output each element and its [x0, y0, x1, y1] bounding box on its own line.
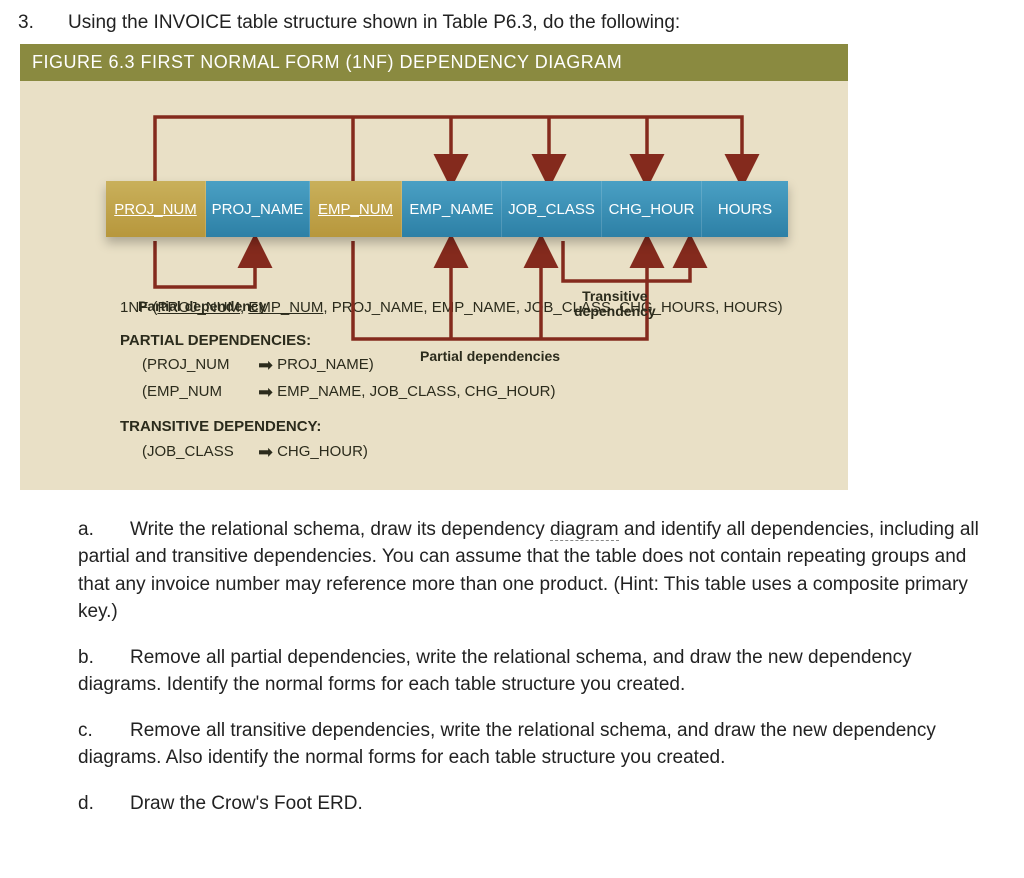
figure-container: FIGURE 6.3 FIRST NORMAL FORM (1NF) DEPEN… [20, 44, 848, 490]
sub-b: b.Remove all partial dependencies, write… [78, 644, 996, 699]
sub-c: c.Remove all transitive dependencies, wr… [78, 717, 996, 772]
sub-d: d.Draw the Crow's Foot ERD. [78, 790, 996, 818]
attr-emp-name: EMP_NAME [402, 181, 502, 237]
figure-title: FIGURE 6.3 FIRST NORMAL FORM (1NF) DEPEN… [20, 44, 848, 81]
sub-a: a.Write the relational schema, draw its … [78, 516, 996, 626]
schema-block: 1NF (PROJ_NUM, EMP_NUM, PROJ_NAME, EMP_N… [120, 297, 820, 466]
question-line: 3. Using the INVOICE table structure sho… [18, 12, 1006, 34]
attr-job-class: JOB_CLASS [502, 181, 602, 237]
arrow-icon: ➡ [258, 379, 271, 406]
transitive-row: (JOB_CLASS ➡ CHG_HOUR) [120, 439, 820, 466]
attribute-bar: PROJ_NUM PROJ_NAME EMP_NUM EMP_NAME JOB_… [106, 181, 788, 237]
figure-body: PROJ_NUM PROJ_NAME EMP_NUM EMP_NAME JOB_… [20, 81, 848, 490]
attr-hours: HOURS [702, 181, 788, 237]
arrow-icon: ➡ [258, 439, 271, 466]
label-partial-dependencies: Partial dependencies [420, 349, 560, 364]
label-transitive-dependency: Transitive dependency [574, 289, 656, 320]
attr-proj-name: PROJ_NAME [206, 181, 310, 237]
question-number: 3. [18, 12, 40, 34]
transitive-dependency-title: TRANSITIVE DEPENDENCY: [120, 416, 820, 439]
arrow-icon: ➡ [258, 352, 271, 379]
sub-questions: a.Write the relational schema, draw its … [18, 516, 1006, 818]
question-text: Using the INVOICE table structure shown … [68, 12, 1006, 34]
page: 3. Using the INVOICE table structure sho… [0, 0, 1024, 865]
attr-emp-num: EMP_NUM [310, 181, 402, 237]
attr-proj-num: PROJ_NUM [106, 181, 206, 237]
partial-row-2: (EMP_NUM ➡ EMP_NAME, JOB_CLASS, CHG_HOUR… [120, 379, 820, 406]
label-partial-dependency: Partial dependency [138, 299, 266, 314]
attr-chg-hour: CHG_HOUR [602, 181, 702, 237]
